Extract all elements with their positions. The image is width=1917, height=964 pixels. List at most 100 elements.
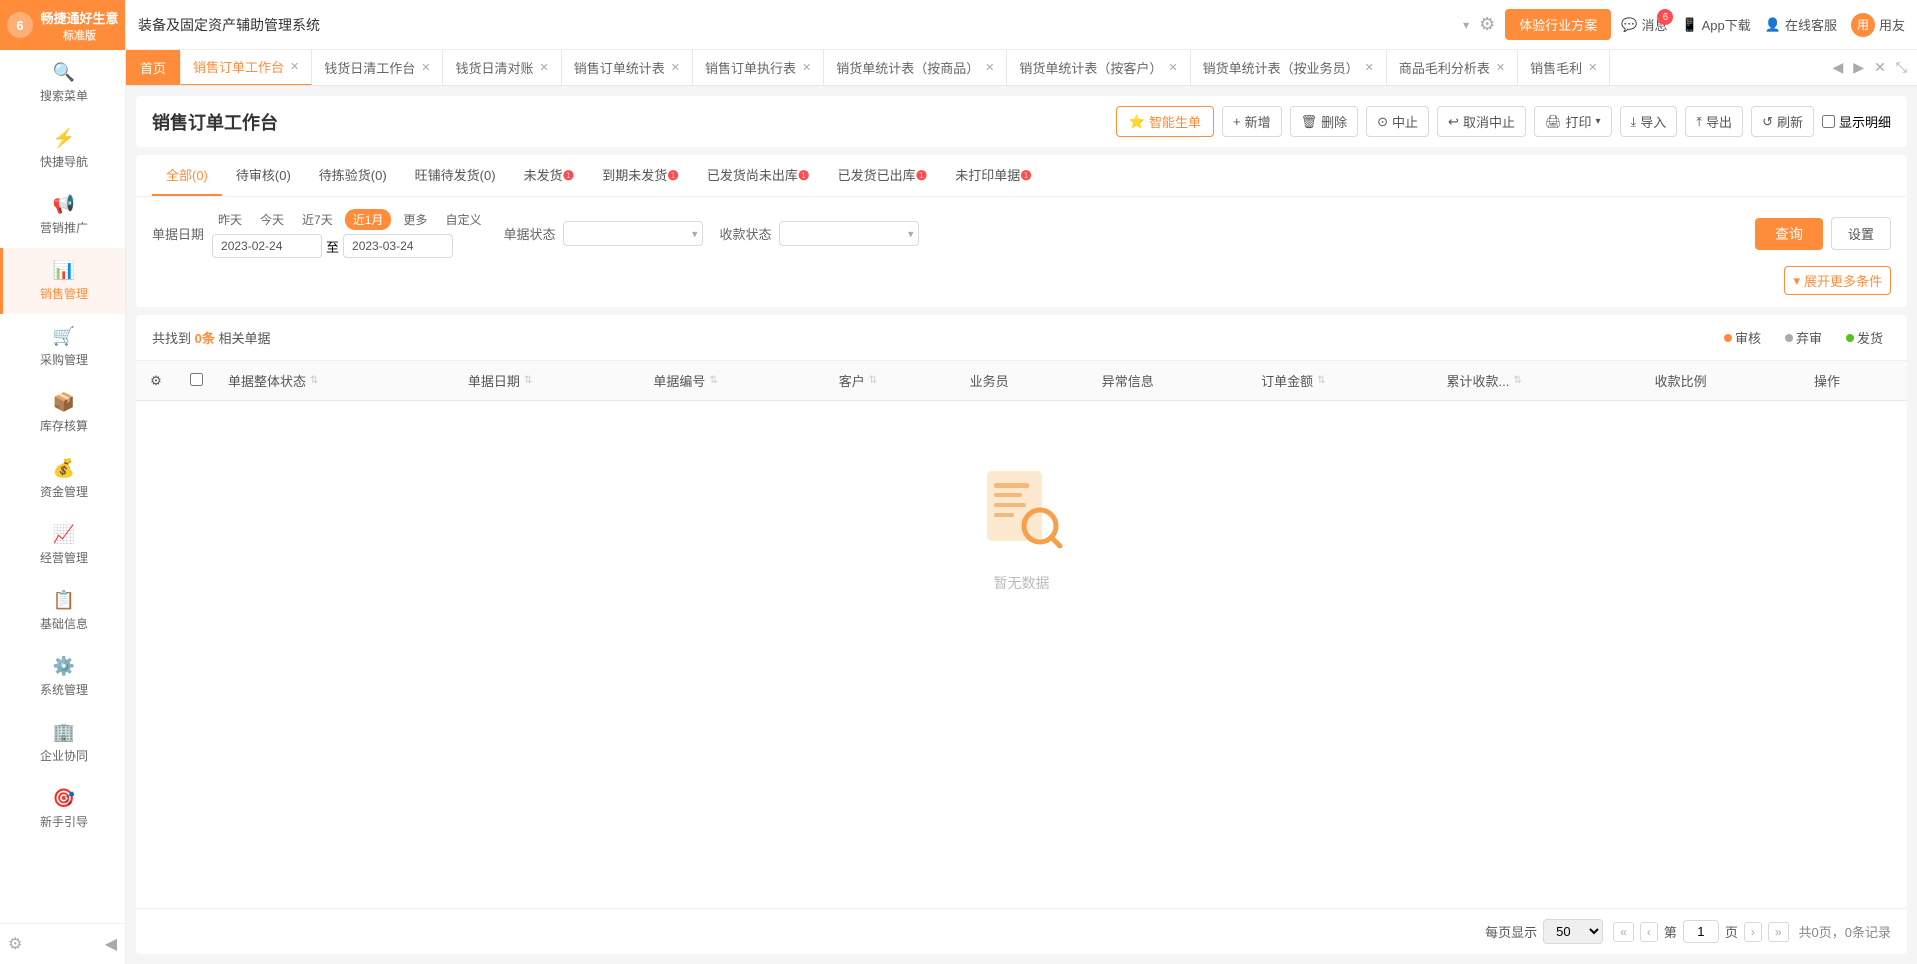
- tab-sales-customer[interactable]: 销货单统计表（按客户） ✕: [1007, 50, 1190, 86]
- refresh-btn[interactable]: ↺ 刷新: [1751, 106, 1814, 137]
- th-amount-sort[interactable]: 订单金额 ⇅: [1261, 371, 1422, 390]
- tab-sales-stats[interactable]: 销售订单统计表 ✕: [562, 50, 693, 86]
- th-date-sort[interactable]: 单据日期 ⇅: [468, 371, 629, 390]
- date-opt-today[interactable]: 今天: [254, 209, 290, 230]
- tab-sales-salesperson[interactable]: 销货单统计表（按业务员） ✕: [1191, 50, 1387, 86]
- show-detail-checkbox[interactable]: [1822, 115, 1835, 128]
- filter-tab-no-print[interactable]: 未打印单据❶: [941, 155, 1046, 196]
- sidebar-item-finance[interactable]: 💰 资金管理: [0, 446, 125, 512]
- sidebar-item-basic-info[interactable]: 📋 基础信息: [0, 578, 125, 644]
- sidebar-item-enterprise[interactable]: 🏢 企业协同: [0, 710, 125, 776]
- tab-3-close-icon[interactable]: ✕: [671, 61, 680, 74]
- th-customer-sort[interactable]: 客户 ⇅: [839, 371, 946, 390]
- th-status-sort[interactable]: 单据整体状态 ⇅: [228, 371, 444, 390]
- date-opt-more[interactable]: 更多: [397, 209, 433, 230]
- sidebar-item-marketing[interactable]: 📢 营销推广: [0, 182, 125, 248]
- sidebar-item-sales[interactable]: 📊 销售管理: [0, 248, 125, 314]
- sidebar-item-system[interactable]: ⚙️ 系统管理: [0, 644, 125, 710]
- tab-9-close-icon[interactable]: ✕: [1588, 61, 1597, 74]
- tab-1-close-icon[interactable]: ✕: [421, 61, 430, 74]
- delete-btn[interactable]: 🗑 删除: [1290, 106, 1359, 137]
- stop-btn[interactable]: ⊙ 中止: [1366, 106, 1429, 137]
- th-settings[interactable]: ⚙: [136, 361, 176, 401]
- app-download-btn[interactable]: 📱 App下载: [1681, 15, 1750, 34]
- export-btn[interactable]: ⤒ 导出: [1685, 106, 1743, 137]
- audit-action-btn[interactable]: 审核: [1716, 325, 1769, 350]
- query-btn[interactable]: 查询: [1755, 218, 1823, 250]
- online-service-btn[interactable]: 👤 在线客服: [1765, 15, 1837, 34]
- select-all-checkbox[interactable]: [190, 373, 203, 386]
- sidebar-item-quick-nav[interactable]: ⚡ 快捷导航: [0, 116, 125, 182]
- filter-tab-no-print-label: 未打印单据: [955, 168, 1020, 183]
- tab-6-label: 销货单统计表（按客户）: [1019, 58, 1162, 77]
- tab-sales-order-workbench[interactable]: 销售订单工作台 ✕: [181, 50, 312, 86]
- date-to-input[interactable]: [343, 234, 453, 258]
- print-btn[interactable]: 🖨 打印 ▾: [1534, 106, 1612, 137]
- tab-sales-execute[interactable]: 销售订单执行表 ✕: [693, 50, 824, 86]
- date-from-input[interactable]: [212, 234, 322, 258]
- tab-home[interactable]: 首页: [126, 50, 181, 86]
- tab-cash-reconcile[interactable]: 钱货日清对账 ✕: [443, 50, 561, 86]
- th-number-sort[interactable]: 单据编号 ⇅: [653, 371, 814, 390]
- sidebar-item-purchase[interactable]: 🛒 采购管理: [0, 314, 125, 380]
- sidebar-item-operations[interactable]: 📈 经营管理: [0, 512, 125, 578]
- show-detail-label[interactable]: 显示明细: [1822, 112, 1891, 131]
- filter-tab-no-deliver[interactable]: 未发货❶: [510, 155, 589, 196]
- tab-8-close-icon[interactable]: ✕: [1496, 61, 1505, 74]
- system-title-dropdown[interactable]: ▾: [1463, 18, 1469, 32]
- per-page-select[interactable]: 10 20 50 100: [1543, 919, 1603, 944]
- cancel-action-btn[interactable]: 弃审: [1777, 325, 1830, 350]
- topbar-settings-icon[interactable]: ⚙: [1479, 14, 1495, 35]
- sidebar-item-search[interactable]: 🔍 搜索菜单: [0, 50, 125, 116]
- import-btn[interactable]: ⤓ 导入: [1620, 106, 1678, 137]
- tab-7-close-icon[interactable]: ✕: [1365, 61, 1374, 74]
- filter-tab-delivered-out[interactable]: 已发货已出库❶: [824, 155, 942, 196]
- tabs-maximize-btn[interactable]: ⤡: [1892, 55, 1911, 80]
- first-page-btn[interactable]: «: [1613, 922, 1634, 942]
- table-header-row: ⚙ 单据整体状态 ⇅ 单据日期 ⇅: [136, 361, 1907, 401]
- tabs-prev-btn[interactable]: ◀: [1829, 55, 1848, 80]
- tab-sales-goods[interactable]: 销货单统计表（按商品） ✕: [824, 50, 1007, 86]
- tab-4-close-icon[interactable]: ✕: [802, 61, 811, 74]
- collapse-btn[interactable]: ◀: [105, 934, 117, 954]
- smart-create-btn[interactable]: ⭐ 智能生单: [1116, 106, 1214, 137]
- tab-0-close-icon[interactable]: ✕: [290, 60, 299, 73]
- th-collected-sort[interactable]: 累计收款... ⇅: [1447, 371, 1631, 390]
- filter-tab-all[interactable]: 全部(0): [152, 155, 222, 196]
- message-btn[interactable]: 💬 消息 6: [1621, 15, 1667, 34]
- payment-select[interactable]: [779, 221, 919, 246]
- next-page-btn[interactable]: ›: [1744, 922, 1762, 942]
- last-page-btn[interactable]: »: [1768, 922, 1789, 942]
- cancel-stop-btn[interactable]: ↩ 取消中止: [1437, 106, 1526, 137]
- filter-tab-pending-audit[interactable]: 待审核(0): [222, 155, 305, 196]
- settings-bottom-btn[interactable]: ⚙: [8, 934, 22, 954]
- tab-gross-margin[interactable]: 商品毛利分析表 ✕: [1387, 50, 1518, 86]
- deliver-action-btn[interactable]: 发货: [1838, 325, 1891, 350]
- filter-tab-overdue-deliver[interactable]: 到期未发货❶: [588, 155, 693, 196]
- date-opt-1month[interactable]: 近1月: [345, 209, 392, 230]
- set-btn[interactable]: 设置: [1831, 217, 1891, 250]
- tab-cash-daily-workbench[interactable]: 钱货日清工作台 ✕: [312, 50, 443, 86]
- sidebar-item-inventory[interactable]: 📦 库存核算: [0, 380, 125, 446]
- industry-btn[interactable]: 体验行业方案: [1505, 9, 1611, 40]
- user-btn[interactable]: 用 用友: [1851, 13, 1905, 37]
- date-opt-7days[interactable]: 近7天: [296, 209, 339, 230]
- filter-tab-wangpu-deliver[interactable]: 旺铺待发货(0): [401, 155, 510, 196]
- date-opt-custom[interactable]: 自定义: [439, 209, 487, 230]
- tabs-close-current-btn[interactable]: ✕: [1870, 55, 1890, 80]
- filter-tab-delivered-not-out[interactable]: 已发货尚未出库❶: [693, 155, 824, 196]
- tab-2-close-icon[interactable]: ✕: [540, 61, 549, 74]
- tab-5-close-icon[interactable]: ✕: [985, 61, 994, 74]
- page-number-input[interactable]: [1683, 920, 1719, 943]
- tab-6-close-icon[interactable]: ✕: [1168, 61, 1177, 74]
- tab-sales-margin[interactable]: 销售毛利 ✕: [1518, 50, 1610, 86]
- add-btn[interactable]: + 新增: [1222, 106, 1282, 137]
- expand-conditions-btn[interactable]: ▾ 展开更多条件: [1784, 266, 1891, 295]
- sidebar-item-guide[interactable]: 🎯 新手引导: [0, 776, 125, 842]
- date-opt-yesterday[interactable]: 昨天: [212, 209, 248, 230]
- th-checkbox[interactable]: [176, 361, 216, 401]
- status-select[interactable]: [563, 221, 703, 246]
- filter-tab-pending-pick[interactable]: 待拣验货(0): [305, 155, 401, 196]
- tabs-next-btn[interactable]: ▶: [1849, 55, 1868, 80]
- prev-page-btn[interactable]: ‹: [1640, 922, 1658, 942]
